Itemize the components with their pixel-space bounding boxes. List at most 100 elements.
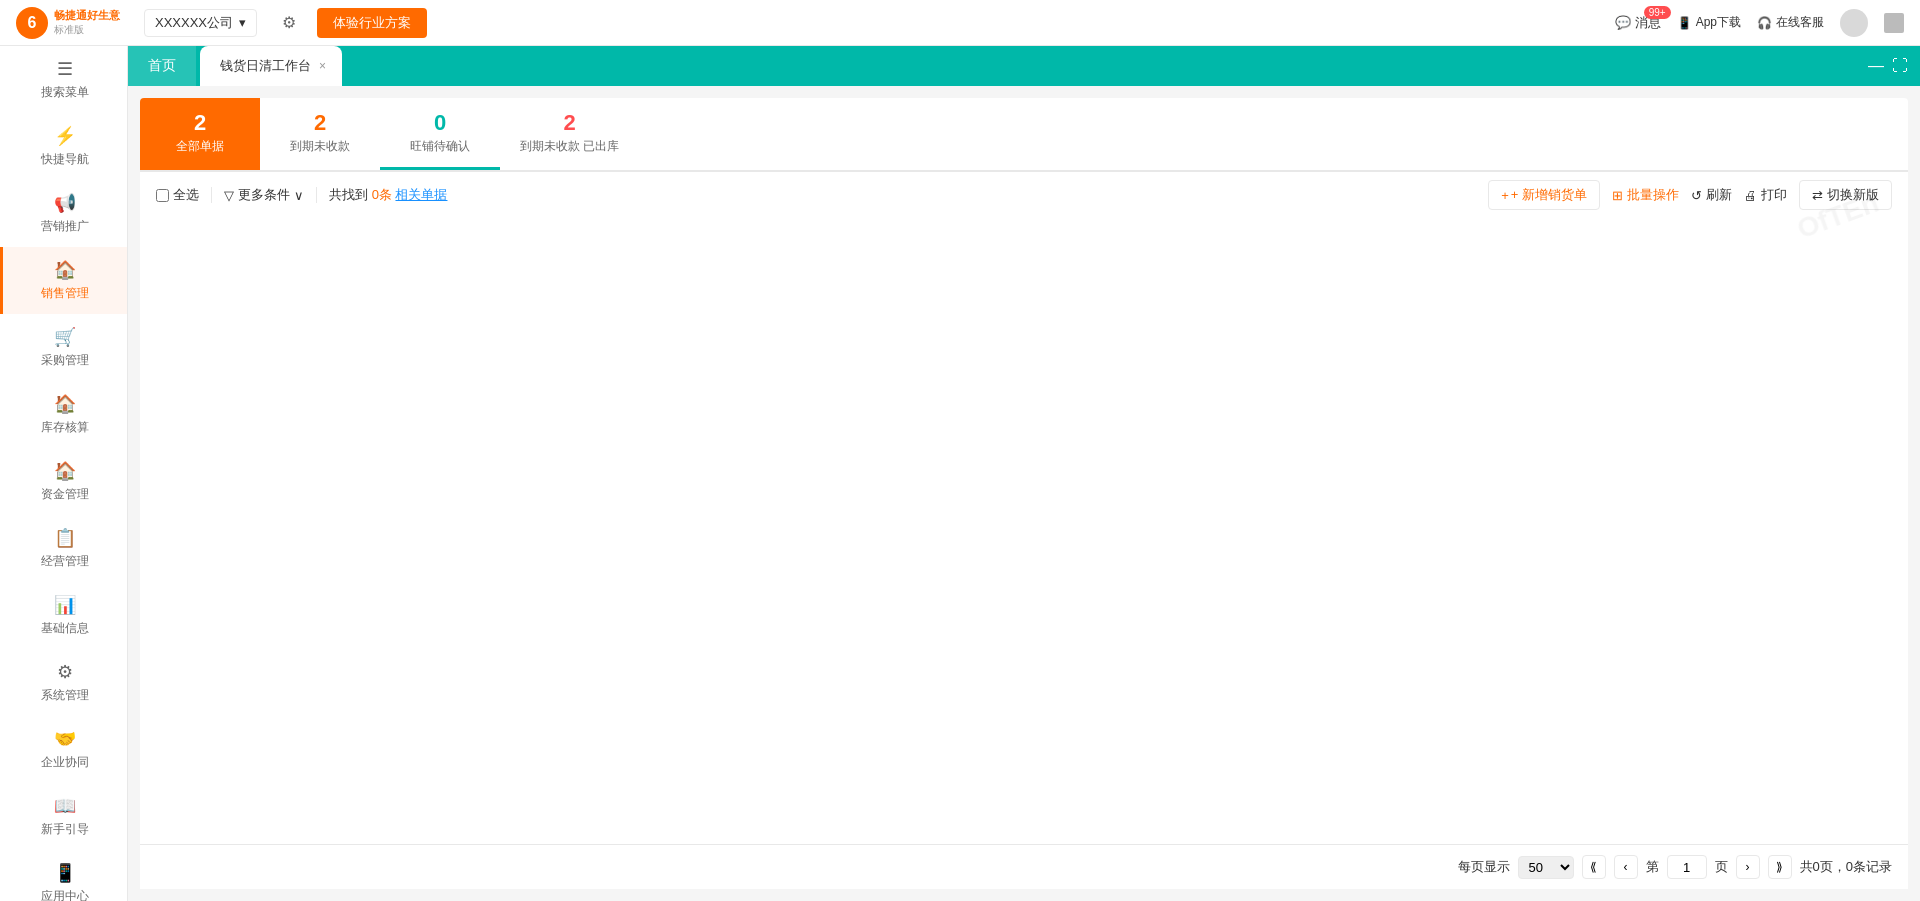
tab-minimize-button[interactable]: — xyxy=(1868,57,1884,75)
app-center-icon: 📱 xyxy=(54,862,76,884)
headset-icon: 🎧 xyxy=(1757,16,1772,30)
next-page-button[interactable]: › xyxy=(1736,855,1760,879)
sidebar-item-search-menu[interactable]: ☰ 搜索菜单 xyxy=(0,46,127,113)
tab-home-label: 首页 xyxy=(148,57,176,75)
new-btn-label: + 新增销货单 xyxy=(1511,186,1587,204)
sidebar-label-system: 系统管理 xyxy=(41,687,89,704)
online-service-label: 在线客服 xyxy=(1776,14,1824,31)
tab-current[interactable]: 钱货日清工作台 × xyxy=(200,46,342,86)
sales-icon: 🏠 xyxy=(54,259,76,281)
sidebar-item-base-info[interactable]: 📊 基础信息 xyxy=(0,582,127,649)
app-layout: ☰ 搜索菜单 ⚡ 快捷导航 📢 营销推广 🏠 销售管理 🛒 采购管理 🏠 库存核… xyxy=(0,46,1920,901)
trial-button[interactable]: 体验行业方案 xyxy=(317,8,427,38)
switch-label: 切换新版 xyxy=(1827,186,1879,204)
checkbox-input[interactable] xyxy=(156,189,169,202)
sidebar-label-search-menu: 搜索菜单 xyxy=(41,84,89,101)
found-link[interactable]: 相关单据 xyxy=(395,187,447,202)
main-content: 首页 钱货日清工作台 × — ⛶ 2 全部单据 2 到期未收款 xyxy=(128,46,1920,901)
divider-1 xyxy=(211,187,212,203)
refresh-button[interactable]: ↺ 刷新 xyxy=(1691,186,1732,204)
app-download-button[interactable]: 📱 App下载 xyxy=(1677,14,1741,31)
tab-bar: 首页 钱货日清工作台 × — ⛶ xyxy=(128,46,1920,86)
stat-tab-overdue[interactable]: 2 到期未收款 xyxy=(260,98,380,170)
sidebar: ☰ 搜索菜单 ⚡ 快捷导航 📢 营销推广 🏠 销售管理 🛒 采购管理 🏠 库存核… xyxy=(0,46,128,901)
sidebar-label-quick-nav: 快捷导航 xyxy=(41,151,89,168)
sidebar-item-guide[interactable]: 📖 新手引导 xyxy=(0,783,127,850)
message-icon: 💬 xyxy=(1615,15,1631,30)
more-filters-label: 更多条件 xyxy=(238,186,290,204)
select-all-checkbox[interactable]: 全选 xyxy=(156,186,199,204)
sidebar-item-app-center[interactable]: 📱 应用中心 xyxy=(0,850,127,901)
purchase-icon: 🛒 xyxy=(54,326,76,348)
sidebar-item-system[interactable]: ⚙ 系统管理 xyxy=(0,649,127,716)
new-sales-order-button[interactable]: + + 新增销货单 xyxy=(1488,180,1600,210)
sidebar-item-operation[interactable]: 📋 经营管理 xyxy=(0,515,127,582)
sidebar-item-marketing[interactable]: 📢 营销推广 xyxy=(0,180,127,247)
sidebar-label-guide: 新手引导 xyxy=(41,821,89,838)
batch-op-button[interactable]: ⊞ 批量操作 xyxy=(1612,186,1679,204)
logo-area: 6 畅捷通好生意 标准版 xyxy=(16,7,144,39)
stat-label-overdue-unshipped: 到期未收款 已出库 xyxy=(520,138,619,155)
found-count: 0条 xyxy=(372,187,392,202)
switch-version-button[interactable]: ⇄ 切换新版 xyxy=(1799,180,1892,210)
sidebar-item-inventory[interactable]: 🏠 库存核算 xyxy=(0,381,127,448)
sidebar-item-enterprise-coop[interactable]: 🤝 企业协同 xyxy=(0,716,127,783)
header-right: 💬 消息 99+ 📱 App下载 🎧 在线客服 xyxy=(1615,9,1904,37)
company-name: XXXXXX公司 xyxy=(155,14,233,32)
sidebar-label-marketing: 营销推广 xyxy=(41,218,89,235)
stat-label-wangpu: 旺铺待确认 xyxy=(400,138,480,155)
plus-icon: + xyxy=(1501,188,1509,203)
tab-current-label: 钱货日清工作台 xyxy=(220,57,311,75)
sidebar-label-capital: 资金管理 xyxy=(41,486,89,503)
message-button[interactable]: 💬 消息 99+ xyxy=(1615,14,1661,32)
print-icon: 🖨 xyxy=(1744,188,1757,203)
toolbar: 全选 ▽ 更多条件 ∨ 共找到 0条 相关单据 + + 新增销货单 xyxy=(140,171,1908,218)
sidebar-item-quick-nav[interactable]: ⚡ 快捷导航 xyxy=(0,113,127,180)
print-button[interactable]: 🖨 打印 xyxy=(1744,186,1787,204)
sidebar-label-app-center: 应用中心 xyxy=(41,888,89,901)
tab-actions: — ⛶ xyxy=(1868,57,1920,75)
settings-button[interactable]: ⚙ xyxy=(273,7,305,39)
company-selector[interactable]: XXXXXX公司 ▾ xyxy=(144,9,257,37)
user-more-icon[interactable] xyxy=(1884,13,1904,33)
refresh-icon: ↺ xyxy=(1691,188,1702,203)
system-icon: ⚙ xyxy=(57,661,73,683)
sidebar-label-enterprise-coop: 企业协同 xyxy=(41,754,89,771)
online-service-button[interactable]: 🎧 在线客服 xyxy=(1757,14,1824,31)
more-filters-button[interactable]: ▽ 更多条件 ∨ xyxy=(224,186,304,204)
sidebar-item-purchase[interactable]: 🛒 采购管理 xyxy=(0,314,127,381)
stat-num-wangpu: 0 xyxy=(400,110,480,136)
tab-maximize-button[interactable]: ⛶ xyxy=(1892,57,1908,75)
logo-text: 畅捷通好生意 xyxy=(54,8,120,22)
guide-icon: 📖 xyxy=(54,795,76,817)
stat-tab-overdue-unshipped[interactable]: 2 到期未收款 已出库 xyxy=(500,98,639,170)
page-number-input[interactable] xyxy=(1667,855,1707,879)
avatar[interactable] xyxy=(1840,9,1868,37)
stat-tab-wangpu[interactable]: 0 旺铺待确认 xyxy=(380,98,500,170)
prev-page-button[interactable]: ‹ xyxy=(1614,855,1638,879)
download-icon: 📱 xyxy=(1677,16,1692,30)
tab-close-icon[interactable]: × xyxy=(319,59,326,73)
total-text: 共0页，0条记录 xyxy=(1800,858,1892,876)
sidebar-item-capital[interactable]: 🏠 资金管理 xyxy=(0,448,127,515)
last-page-button[interactable]: ⟫ xyxy=(1768,855,1792,879)
page-text: 第 xyxy=(1646,858,1659,876)
stat-num-overdue: 2 xyxy=(280,110,360,136)
capital-icon: 🏠 xyxy=(54,460,76,482)
content-area: 2 全部单据 2 到期未收款 0 旺铺待确认 2 到期未收款 已出库 xyxy=(128,86,1920,901)
batch-op-label: 批量操作 xyxy=(1627,186,1679,204)
sidebar-item-sales[interactable]: 🏠 销售管理 xyxy=(0,247,127,314)
stat-tab-all[interactable]: 2 全部单据 xyxy=(140,98,260,170)
toolbar-right: + + 新增销货单 ⊞ 批量操作 ↺ 刷新 🖨 打印 xyxy=(1488,180,1892,210)
tab-home[interactable]: 首页 xyxy=(128,46,196,86)
per-page-select[interactable]: 50 20 100 xyxy=(1518,856,1574,879)
stat-label-all: 全部单据 xyxy=(160,138,240,155)
print-label: 打印 xyxy=(1761,186,1787,204)
enterprise-coop-icon: 🤝 xyxy=(54,728,76,750)
dropdown-arrow-icon: ▾ xyxy=(239,15,246,30)
switch-icon: ⇄ xyxy=(1812,188,1823,203)
found-text: 共找到 0条 相关单据 xyxy=(329,186,447,204)
first-page-button[interactable]: ⟪ xyxy=(1582,855,1606,879)
batch-icon: ⊞ xyxy=(1612,188,1623,203)
divider-2 xyxy=(316,187,317,203)
